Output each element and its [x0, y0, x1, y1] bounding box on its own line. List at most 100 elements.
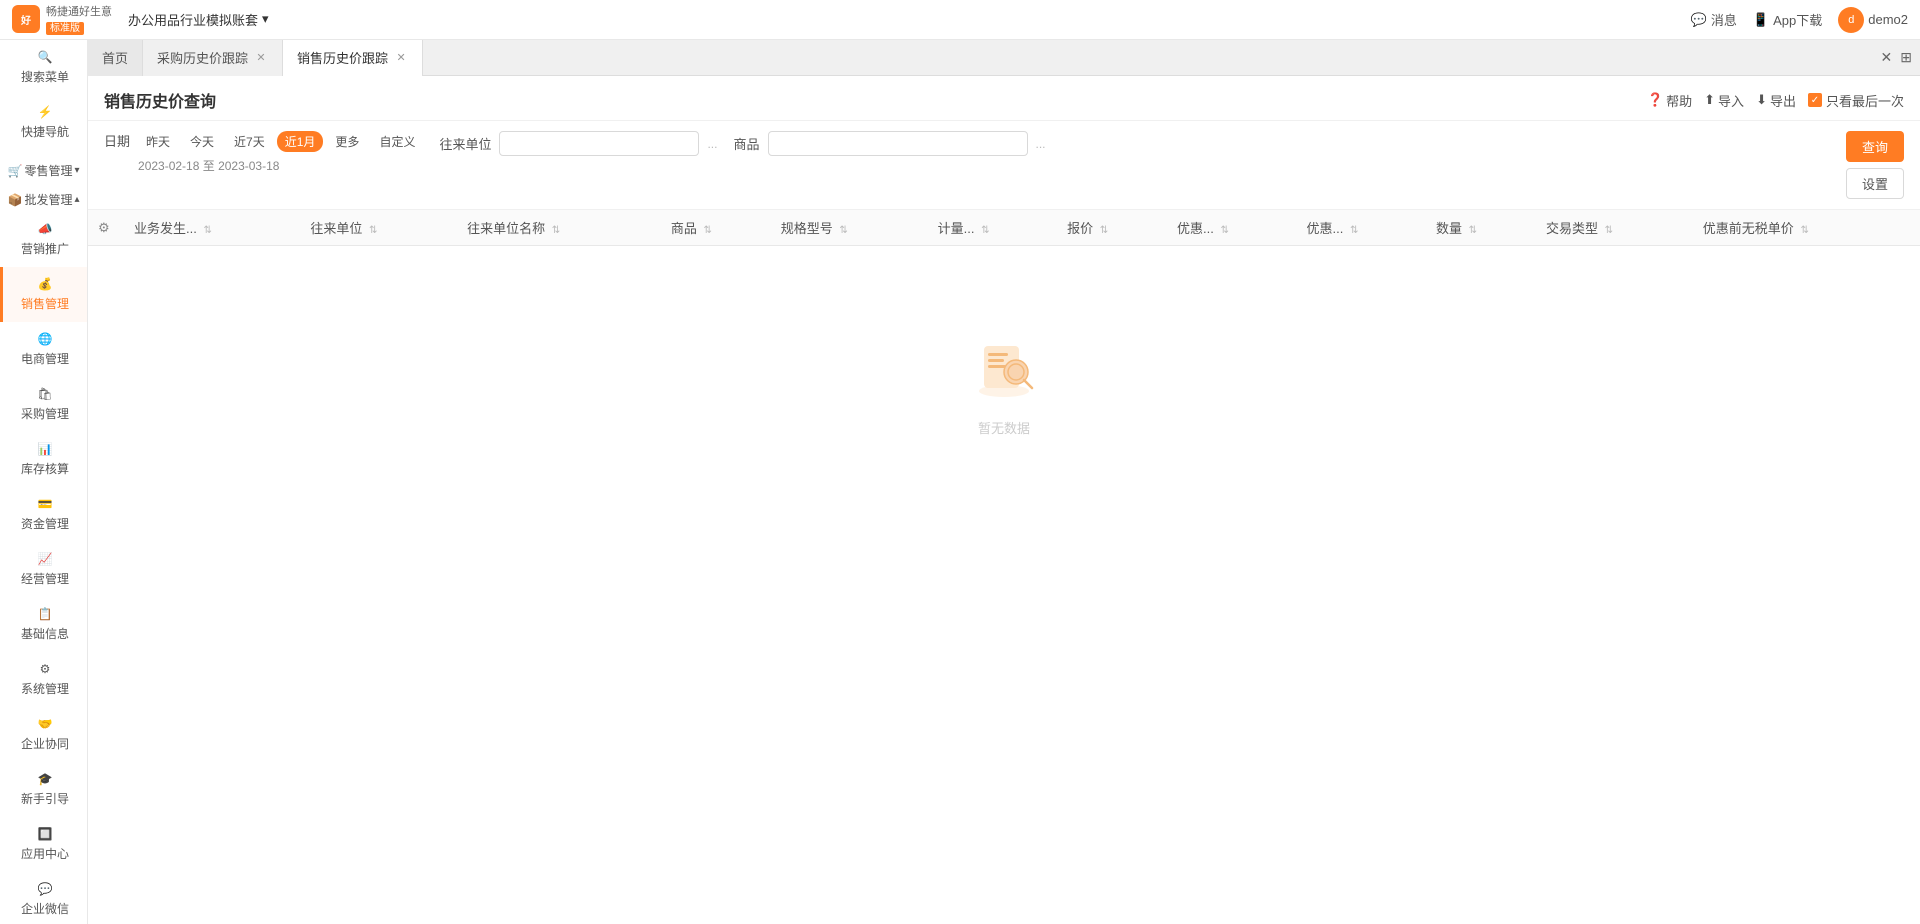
product-dots[interactable]: ...: [1036, 137, 1046, 151]
query-button[interactable]: 查询: [1846, 131, 1904, 162]
purchase-icon: 🛍: [37, 387, 52, 401]
message-label: 消息: [1711, 10, 1737, 29]
business-icon: 📈: [38, 552, 53, 566]
date-btn-yesterday[interactable]: 昨天: [138, 131, 178, 152]
user-area[interactable]: d demo2: [1838, 7, 1908, 33]
sidebar-item-label: 系统管理: [21, 680, 69, 697]
tab-maximize-btn[interactable]: ⊞: [1900, 49, 1912, 66]
table-col-unit[interactable]: 计量... ⇅: [928, 210, 1057, 246]
sidebar-item-inventory[interactable]: 📊 库存核算: [0, 432, 87, 487]
col-biz-date-label: 业务发生...: [134, 221, 197, 236]
username: demo2: [1868, 12, 1908, 27]
table-col-spec[interactable]: 规格型号 ⇅: [771, 210, 928, 246]
tab-purchase-close[interactable]: ✕: [254, 51, 268, 65]
sidebar-item-purchase[interactable]: 🛍 采购管理: [0, 377, 87, 432]
export-link[interactable]: ⬇ 导出: [1756, 91, 1796, 110]
table-col-settings[interactable]: ⚙: [88, 210, 124, 246]
sidebar-item-ecommerce[interactable]: 🌐 电商管理: [0, 322, 87, 377]
sidebar-item-search[interactable]: 🔍 搜索菜单: [0, 40, 87, 95]
app-icon: 📱: [1753, 12, 1769, 28]
sidebar-item-basic[interactable]: 📋 基础信息: [0, 597, 87, 652]
settings-button[interactable]: 设置: [1846, 168, 1904, 199]
date-btn-custom[interactable]: 自定义: [371, 131, 423, 152]
col-discount1-label: 优惠...: [1177, 221, 1214, 236]
date-btn-1month[interactable]: 近1月: [277, 131, 324, 152]
sidebar-item-label: 企业微信: [21, 900, 69, 917]
table-col-discount2[interactable]: 优惠... ⇅: [1297, 210, 1426, 246]
workspace-selector[interactable]: 办公用品行业模拟账套 ▾: [120, 6, 277, 33]
col-discount2-label: 优惠...: [1307, 221, 1344, 236]
tab-bar-actions: ✕ ⊞: [1873, 49, 1920, 66]
partner-dots[interactable]: ...: [707, 137, 717, 151]
table-settings-icon[interactable]: ⚙: [98, 220, 110, 235]
tab-bar: 首页 采购历史价跟踪 ✕ 销售历史价跟踪 ✕ ✕ ⊞: [88, 40, 1920, 76]
product-filter-group: 商品 ...: [733, 131, 1045, 156]
date-btn-7days[interactable]: 近7天: [226, 131, 273, 152]
only-last-label: 只看最后一次: [1826, 91, 1904, 110]
sidebar-item-label: 应用中心: [21, 845, 69, 862]
sidebar-item-system[interactable]: ⚙ 系统管理: [0, 652, 87, 707]
sort-icon-product: ⇅: [703, 225, 711, 236]
content-area: 首页 采购历史价跟踪 ✕ 销售历史价跟踪 ✕ ✕ ⊞ 销售历史价查询: [88, 40, 1920, 924]
sidebar-item-label: 快捷导航: [21, 123, 69, 140]
col-partner-name-label: 往来单位名称: [467, 221, 545, 236]
table-col-biz-date[interactable]: 业务发生... ⇅: [124, 210, 300, 246]
sort-icon-quote: ⇅: [1100, 225, 1108, 236]
header-right: 💬 消息 📱 App下载 d demo2: [1691, 7, 1908, 33]
sidebar-item-corp[interactable]: 🤝 企业协同: [0, 707, 87, 762]
table-head: ⚙ 业务发生... ⇅ 往来单位 ⇅ 往来单位名称: [88, 210, 1920, 246]
partner-input[interactable]: [499, 131, 699, 156]
corp-icon: 🤝: [38, 717, 53, 731]
help-link[interactable]: ❓ 帮助: [1647, 91, 1692, 110]
guide-icon: 🎓: [38, 772, 53, 786]
date-btn-today[interactable]: 今天: [182, 131, 222, 152]
sidebar-item-appstore[interactable]: 🔲 应用中心: [0, 817, 87, 872]
table-col-quantity[interactable]: 数量 ⇅: [1426, 210, 1536, 246]
only-last-checkbox[interactable]: 只看最后一次: [1808, 91, 1904, 110]
logo-text: 畅捷通好生意: [46, 5, 112, 19]
tab-sales-close[interactable]: ✕: [394, 51, 408, 65]
message-action[interactable]: 💬 消息: [1691, 10, 1737, 29]
logo-icon: 好: [12, 5, 40, 33]
table-col-partner-code[interactable]: 往来单位 ⇅: [300, 210, 457, 246]
product-input[interactable]: [768, 131, 1028, 156]
tab-close-all-btn[interactable]: ✕: [1881, 49, 1893, 66]
product-label: 商品: [733, 134, 759, 153]
col-quantity-label: 数量: [1436, 221, 1462, 236]
table-col-discount1[interactable]: 优惠... ⇅: [1167, 210, 1296, 246]
tab-home[interactable]: 首页: [88, 40, 143, 76]
col-pretax-price-label: 优惠前无税单价: [1703, 221, 1794, 236]
partner-filter-group: 往来单位 ...: [439, 131, 717, 156]
sort-icon-biz-date: ⇅: [203, 225, 211, 236]
workspace-dropdown-icon: ▾: [262, 11, 269, 27]
sidebar-item-label: 新手引导: [21, 790, 69, 807]
workspace-name: 办公用品行业模拟账套: [128, 10, 258, 29]
sidebar-item-wechat[interactable]: 💬 企业微信: [0, 872, 87, 924]
table-col-product[interactable]: 商品 ⇅: [661, 210, 771, 246]
sidebar-item-sales-mgmt[interactable]: 💰 销售管理: [0, 267, 87, 322]
export-icon: ⬇: [1756, 92, 1767, 108]
sidebar-item-finance[interactable]: 💳 资金管理: [0, 487, 87, 542]
logo-tag: 标准版: [46, 22, 84, 35]
sidebar-item-marketing[interactable]: 📣 营销推广: [0, 212, 87, 267]
empty-text: 暂无数据: [978, 418, 1030, 437]
sidebar-item-wholesale[interactable]: 📦 批发管理 ▴: [0, 183, 87, 212]
sidebar-item-retail[interactable]: 🛒 零售管理 ▾: [0, 154, 87, 183]
wholesale-arrow: ▴: [74, 194, 79, 205]
table-col-pretax-price[interactable]: 优惠前无税单价 ⇅: [1693, 210, 1920, 246]
export-label: 导出: [1770, 91, 1796, 110]
table-col-quote[interactable]: 报价 ⇅: [1057, 210, 1167, 246]
sort-icon-quantity: ⇅: [1469, 225, 1477, 236]
sidebar-item-business[interactable]: 📈 经营管理: [0, 542, 87, 597]
sort-icon-discount2: ⇅: [1350, 225, 1358, 236]
table-col-partner-name[interactable]: 往来单位名称 ⇅: [457, 210, 661, 246]
tab-purchase-history[interactable]: 采购历史价跟踪 ✕: [143, 40, 283, 76]
tab-sales-history[interactable]: 销售历史价跟踪 ✕: [283, 40, 423, 76]
app-download-action[interactable]: 📱 App下载: [1753, 10, 1822, 29]
table-col-trade-type[interactable]: 交易类型 ⇅: [1536, 210, 1693, 246]
sidebar-item-guide[interactable]: 🎓 新手引导: [0, 762, 87, 817]
sidebar-item-quick-nav[interactable]: ⚡ 快捷导航: [0, 95, 87, 150]
import-link[interactable]: ⬆ 导入: [1704, 91, 1744, 110]
date-btn-more[interactable]: 更多: [327, 131, 367, 152]
wholesale-icon: 📦: [8, 193, 23, 207]
